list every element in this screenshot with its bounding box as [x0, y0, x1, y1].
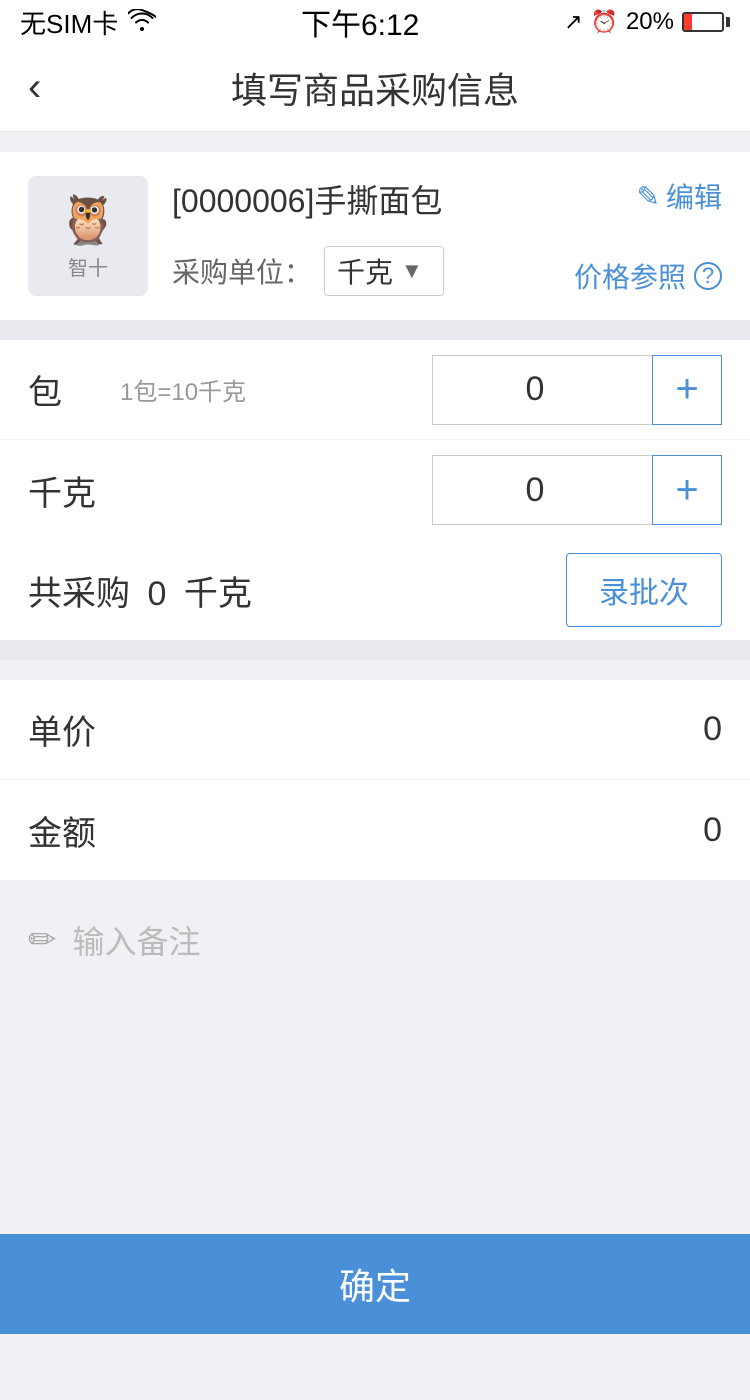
bag-label: 包 — [28, 365, 108, 414]
notes-placeholder: 输入备注 — [73, 917, 201, 963]
unit-price-value: 0 — [703, 710, 722, 749]
kg-input-row: 千克 + — [0, 440, 750, 540]
record-batch-button[interactable]: 录批次 — [566, 553, 722, 627]
wifi-icon — [128, 7, 156, 38]
kg-qty-input[interactable] — [432, 455, 652, 525]
product-thumb-icon: 🦉 — [58, 191, 118, 248]
price-ref-label: 价格参照 — [574, 256, 686, 296]
amount-row: 金额 0 — [0, 780, 750, 880]
unit-price-label: 单价 — [28, 705, 96, 754]
amount-value: 0 — [703, 811, 722, 850]
unit-price-row: 单价 0 — [0, 680, 750, 780]
kg-label: 千克 — [28, 466, 108, 515]
location-icon: ↗ — [564, 9, 582, 35]
bag-input-row: 包 1包=10千克 + — [0, 340, 750, 440]
total-quantity: 0 — [147, 575, 166, 613]
input-section: 包 1包=10千克 + 千克 + — [0, 340, 750, 540]
section-divider-2 — [0, 640, 750, 660]
unit-value: 千克 — [337, 251, 393, 291]
confirm-label: 确定 — [339, 1258, 411, 1310]
status-right: ↗ ⏰ 20% — [564, 8, 730, 36]
alarm-icon: ⏰ — [591, 9, 618, 35]
battery-indicator — [682, 12, 730, 32]
status-bar: 无SIM卡 下午6:12 ↗ ⏰ 20% — [0, 0, 750, 44]
status-left: 无SIM卡 — [20, 4, 156, 41]
page-title: 填写商品采购信息 — [231, 62, 519, 114]
bag-plus-button[interactable]: + — [652, 355, 722, 425]
unit-row-label: 采购单位： — [172, 251, 312, 291]
carrier-label: 无SIM卡 — [20, 4, 118, 41]
unit-select[interactable]: 千克 ▼ — [324, 246, 444, 296]
notes-icon: ✏ — [28, 920, 57, 960]
edit-button[interactable]: ✎ 编辑 — [637, 176, 722, 216]
price-section: 单价 0 金额 0 — [0, 680, 750, 880]
nav-bar: ‹ 填写商品采购信息 — [0, 44, 750, 132]
unit-dropdown-arrow: ▼ — [401, 258, 423, 284]
amount-label: 金额 — [28, 806, 96, 855]
total-row: 共采购 0 千克 录批次 — [0, 540, 750, 640]
help-icon: ? — [694, 262, 722, 290]
back-button[interactable]: ‹ — [28, 65, 41, 110]
notes-section[interactable]: ✏ 输入备注 — [0, 880, 750, 1000]
bag-qty-input[interactable] — [432, 355, 652, 425]
edit-label: 编辑 — [666, 176, 722, 216]
price-ref-button[interactable]: 价格参照 ? — [574, 256, 722, 296]
status-time: 下午6:12 — [301, 0, 419, 44]
bag-sublabel: 1包=10千克 — [120, 372, 432, 407]
battery-pct: 20% — [626, 8, 674, 36]
product-thumbnail: 🦉 智十 — [28, 176, 148, 296]
edit-icon: ✎ — [637, 180, 660, 213]
confirm-bar[interactable]: 确定 — [0, 1234, 750, 1334]
section-divider-1 — [0, 320, 750, 340]
total-text: 共采购 0 千克 — [28, 566, 252, 615]
kg-control: + — [432, 455, 722, 525]
product-card: 🦉 智十 [0000006]手撕面包 采购单位： 千克 ▼ ✎ 编辑 价格参照 … — [0, 152, 750, 320]
kg-plus-button[interactable]: + — [652, 455, 722, 525]
product-thumb-label: 智十 — [68, 252, 108, 281]
bag-control: + — [432, 355, 722, 425]
